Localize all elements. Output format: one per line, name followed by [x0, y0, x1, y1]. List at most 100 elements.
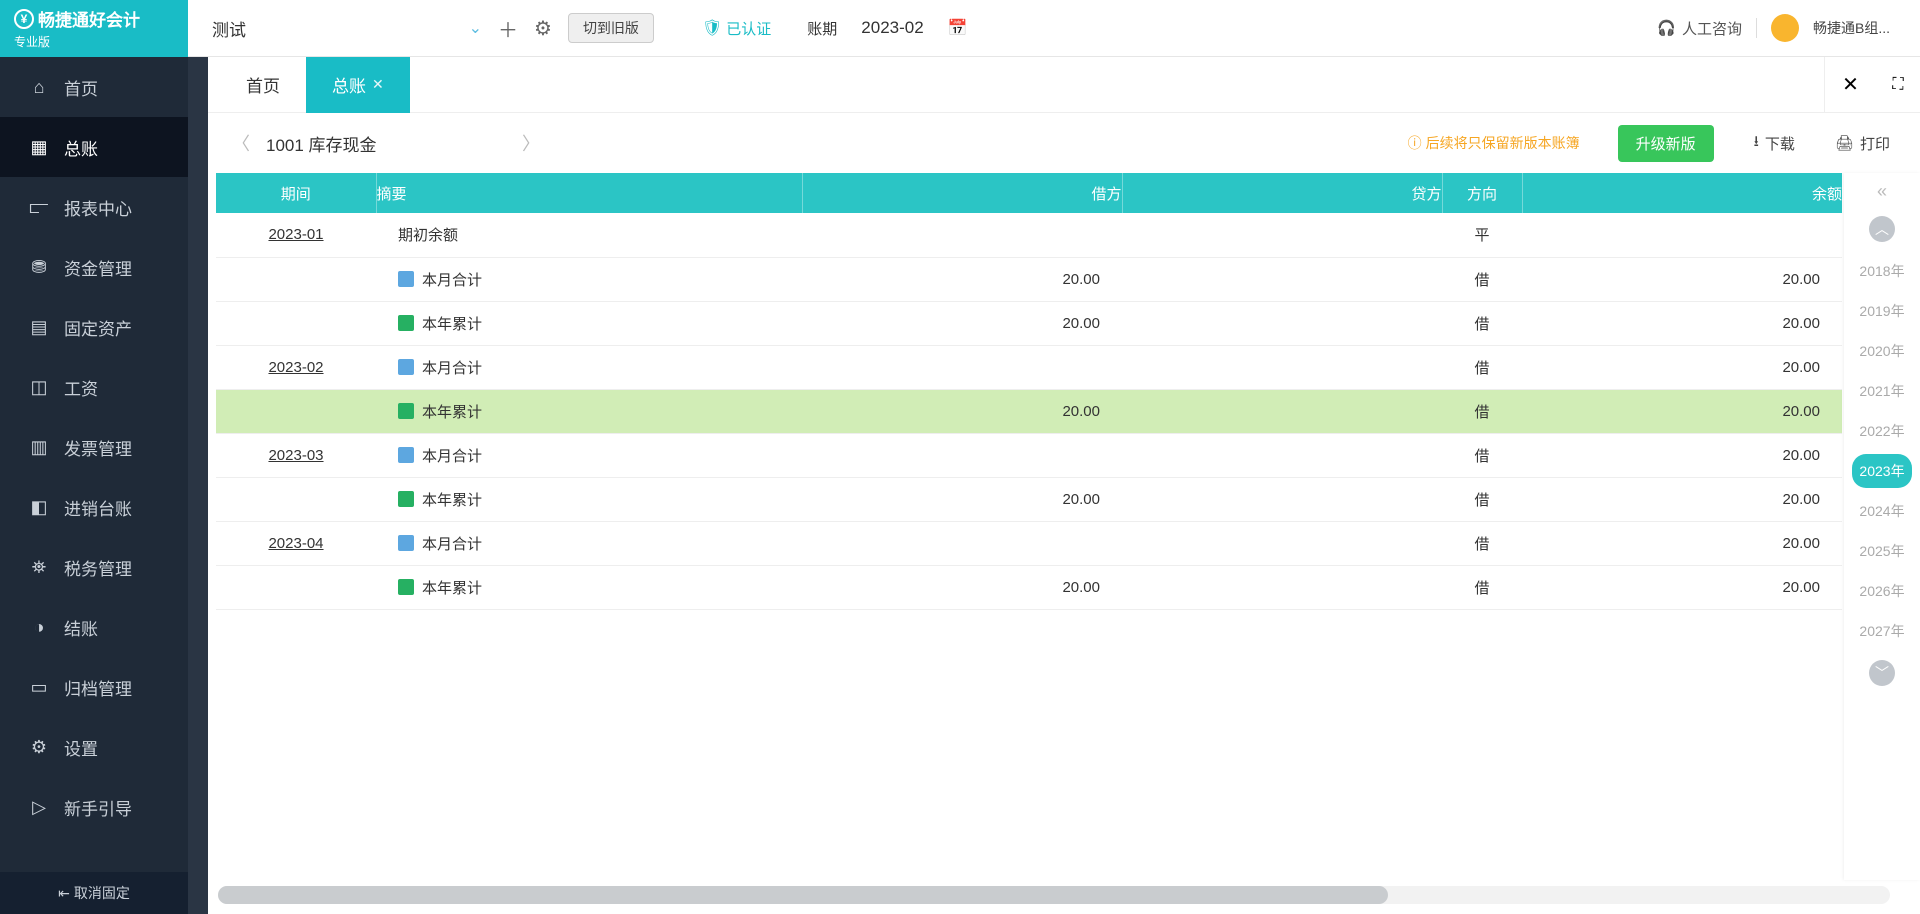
user-name[interactable]: 畅捷通B组...	[1813, 18, 1890, 38]
year-item[interactable]: 2022年	[1852, 414, 1912, 448]
switch-old-button[interactable]: 切到旧版	[568, 13, 654, 43]
period-link[interactable]: 2023-01	[268, 226, 323, 243]
cell-balance: 20.00	[1522, 389, 1842, 433]
brand: ¥ 畅捷通好会计 专业版	[0, 0, 188, 57]
table-row: 本年累计20.00借20.00	[216, 301, 1842, 345]
cell-period[interactable]: 2023-04	[216, 521, 376, 565]
sidebar-item-2[interactable]: ⫍报表中心	[0, 177, 188, 237]
cell-period[interactable]: 2023-01	[216, 213, 376, 257]
year-item[interactable]: 2027年	[1852, 614, 1912, 648]
header-middle: 测试 ⌄ ＋ ⚙ 切到旧版 🛡 已认证 账期 2023-02 📅	[188, 13, 1657, 43]
sidebar-scroll-rail[interactable]	[188, 57, 208, 914]
org-settings-button[interactable]: ⚙	[534, 16, 552, 41]
year-icon	[398, 315, 414, 331]
sidebar-item-label: 首页	[64, 75, 98, 100]
sidebar-footer-label: 取消固定	[74, 883, 130, 903]
sidebar-item-7[interactable]: ◧进销台账	[0, 477, 188, 537]
upgrade-button[interactable]: 升级新版	[1618, 125, 1714, 162]
cell-credit	[1122, 565, 1442, 609]
org-name: 测试	[212, 16, 246, 41]
sidebar-item-1[interactable]: ▦ 总账	[0, 117, 188, 177]
period-link[interactable]: 2023-03	[268, 447, 323, 464]
year-down-button[interactable]: ﹀	[1869, 660, 1895, 686]
th-balance: 余额	[1522, 173, 1842, 213]
cell-summary: 本月合计	[376, 433, 802, 477]
tab-1[interactable]: 总账✕	[306, 57, 410, 113]
th-credit: 贷方	[1122, 173, 1442, 213]
year-icon	[398, 491, 414, 507]
year-item[interactable]: 2019年	[1852, 294, 1912, 328]
sidebar-item-3[interactable]: ⛃资金管理	[0, 237, 188, 297]
cell-period	[216, 389, 376, 433]
horizontal-scrollbar[interactable]	[218, 886, 1890, 904]
sidebar-icon: ◑	[28, 616, 50, 638]
month-icon	[398, 359, 414, 375]
fullscreen-button[interactable]: ⛶	[1876, 57, 1920, 113]
sidebar-item-0[interactable]: ⌂首页	[0, 57, 188, 117]
sidebar-collapse-button[interactable]: ⇤ 取消固定	[0, 872, 188, 914]
cell-period	[216, 477, 376, 521]
scrollbar-thumb[interactable]	[218, 886, 1388, 904]
cell-period[interactable]: 2023-03	[216, 433, 376, 477]
download-button[interactable]: ⭳ 下载	[1754, 131, 1795, 156]
tabs-right: ✕ ⛶	[1824, 57, 1920, 113]
print-button[interactable]: 🖨 打印	[1835, 133, 1890, 154]
sidebar-item-11[interactable]: ⚙设置	[0, 717, 188, 777]
close-all-tabs-button[interactable]: ✕	[1824, 57, 1876, 113]
sidebar-item-9[interactable]: ◑ 结账	[0, 597, 188, 657]
collapse-icon: ⇤	[58, 885, 70, 902]
year-item[interactable]: 2023年	[1852, 454, 1912, 488]
sidebar-item-label: 工资	[64, 375, 98, 400]
sidebar-item-label: 总账	[64, 135, 98, 160]
period-link[interactable]: 2023-02	[268, 359, 323, 376]
table-row: 2023-04本月合计借20.00	[216, 521, 1842, 565]
year-rail: « ︿ 2018年 2019年 2020年 2021年 2022年 2023年 2024年 2…	[1844, 173, 1920, 880]
cell-dir: 借	[1442, 565, 1522, 609]
sidebar-item-12[interactable]: ▷新手引导	[0, 777, 188, 837]
cell-summary: 本年累计	[376, 301, 802, 345]
consult-button[interactable]: 🎧 人工咨询	[1657, 18, 1742, 39]
tab-close-icon[interactable]: ✕	[372, 76, 384, 93]
sidebar-icon: ▦	[28, 136, 50, 158]
sidebar-item-label: 结账	[64, 615, 98, 640]
sidebar-item-10[interactable]: ▭归档管理	[0, 657, 188, 717]
brand-logo-icon: ¥	[14, 9, 34, 29]
org-selector[interactable]: 测试 ⌄	[212, 16, 482, 41]
cell-balance: 20.00	[1522, 565, 1842, 609]
year-item[interactable]: 2018年	[1852, 254, 1912, 288]
year-item[interactable]: 2026年	[1852, 574, 1912, 608]
sidebar-item-label: 固定资产	[64, 315, 132, 340]
header: ¥ 畅捷通好会计 专业版 测试 ⌄ ＋ ⚙ 切到旧版 🛡 已认证 账期 2023…	[0, 0, 1920, 57]
year-item[interactable]: 2021年	[1852, 374, 1912, 408]
sidebar-item-4[interactable]: ▤固定资产	[0, 297, 188, 357]
cell-credit	[1122, 257, 1442, 301]
year-item[interactable]: 2025年	[1852, 534, 1912, 568]
add-org-button[interactable]: ＋	[498, 14, 518, 43]
tab-0[interactable]: 首页	[220, 57, 306, 113]
year-item[interactable]: 2020年	[1852, 334, 1912, 368]
cell-credit	[1122, 521, 1442, 565]
prev-account-button[interactable]: 〈	[226, 130, 256, 156]
cell-balance: 20.00	[1522, 477, 1842, 521]
shield-icon: 🛡	[702, 18, 722, 38]
cell-period[interactable]: 2023-02	[216, 345, 376, 389]
verified-badge: 🛡 已认证	[702, 18, 771, 39]
account-title: 1001 库存现金	[266, 131, 506, 156]
rail-collapse-button[interactable]: «	[1877, 179, 1887, 210]
year-up-button[interactable]: ︿	[1869, 216, 1895, 242]
avatar[interactable]	[1771, 14, 1799, 42]
cell-balance: 20.00	[1522, 301, 1842, 345]
cell-debit: 20.00	[802, 301, 1122, 345]
sidebar-item-5[interactable]: ◫工资	[0, 357, 188, 417]
period-link[interactable]: 2023-04	[268, 535, 323, 552]
sidebar-item-6[interactable]: ▥发票管理	[0, 417, 188, 477]
calendar-icon[interactable]: 📅	[948, 18, 968, 38]
year-item[interactable]: 2024年	[1852, 494, 1912, 528]
table-row: 2023-03本月合计借20.00	[216, 433, 1842, 477]
sidebar-item-8[interactable]: ⛯税务管理	[0, 537, 188, 597]
ledger-table: 期间 摘要 借方 贷方 方向 余额 2023-01期初余额平本月合计20.00借…	[216, 173, 1842, 610]
cell-period	[216, 257, 376, 301]
next-account-button[interactable]: 〉	[516, 130, 546, 156]
cell-dir: 借	[1442, 477, 1522, 521]
notice-text: 后续将只保留新版本账簿	[1426, 133, 1580, 153]
